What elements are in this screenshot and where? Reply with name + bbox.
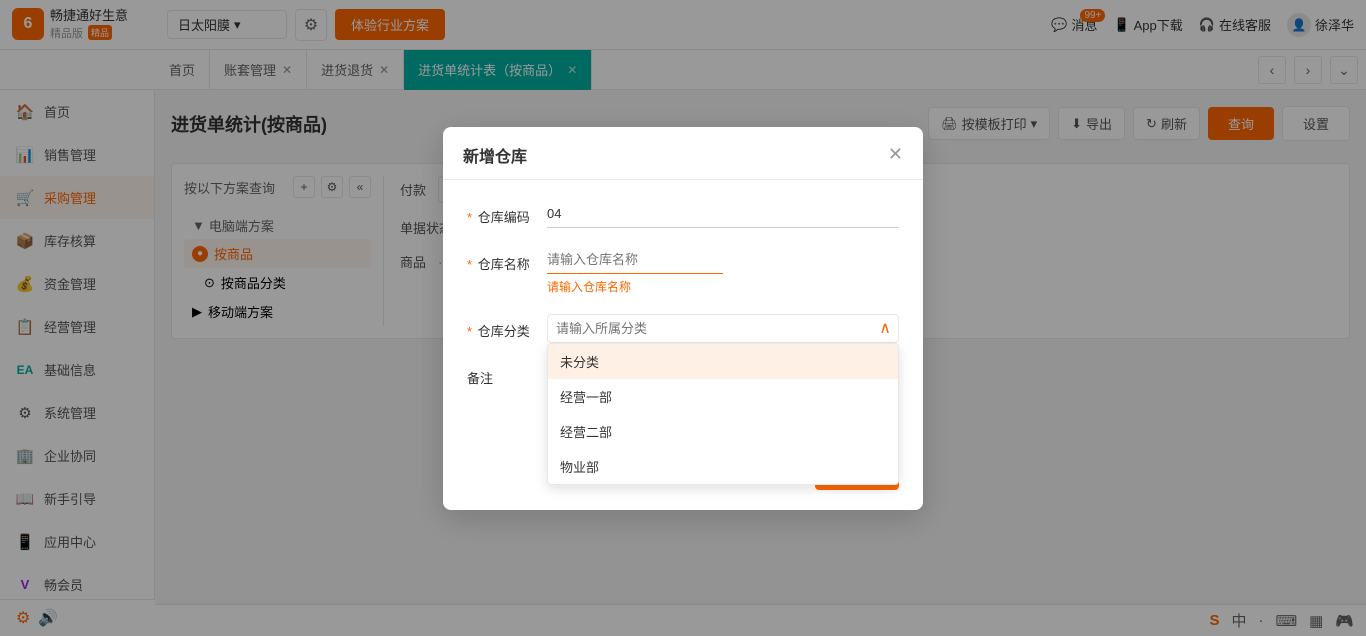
- dropdown-item-uncategorized[interactable]: 未分类: [548, 344, 898, 379]
- modal-overlay: 新增仓库 ✕ * 仓库编码 * 仓库名称: [0, 0, 1366, 636]
- dropdown-item-property[interactable]: 物业部: [548, 449, 898, 484]
- category-label: * 仓库分类: [467, 314, 547, 340]
- dropdown-item-dept1[interactable]: 经营一部: [548, 379, 898, 414]
- name-label: * 仓库名称: [467, 247, 547, 273]
- remark-label: 备注: [467, 361, 547, 387]
- name-field-wrap: [547, 246, 723, 274]
- modal-dialog: 新增仓库 ✕ * 仓库编码 * 仓库名称: [443, 127, 923, 510]
- form-row-category: * 仓库分类 ∧ 未分类 经营一部 经营二部 物业部: [467, 314, 899, 343]
- modal-body: * 仓库编码 * 仓库名称 请输入仓库名称: [443, 180, 923, 442]
- name-error-msg: 请输入仓库名称: [547, 280, 631, 294]
- modal-title: 新增仓库: [463, 143, 527, 167]
- form-row-code: * 仓库编码: [467, 200, 899, 228]
- dropdown-arrow-icon[interactable]: ∧: [879, 318, 891, 338]
- name-input[interactable]: [547, 246, 723, 274]
- category-dropdown-list: 未分类 经营一部 经营二部 物业部: [547, 343, 899, 485]
- dropdown-item-dept2[interactable]: 经营二部: [548, 414, 898, 449]
- code-label: * 仓库编码: [467, 200, 547, 226]
- category-field-wrap: ∧ 未分类 经营一部 经营二部 物业部: [547, 314, 899, 343]
- category-input[interactable]: [547, 314, 899, 343]
- form-row-name: * 仓库名称 请输入仓库名称: [467, 246, 899, 296]
- modal-header: 新增仓库 ✕: [443, 127, 923, 180]
- modal-close-button[interactable]: ✕: [888, 144, 903, 165]
- code-input[interactable]: [547, 200, 899, 228]
